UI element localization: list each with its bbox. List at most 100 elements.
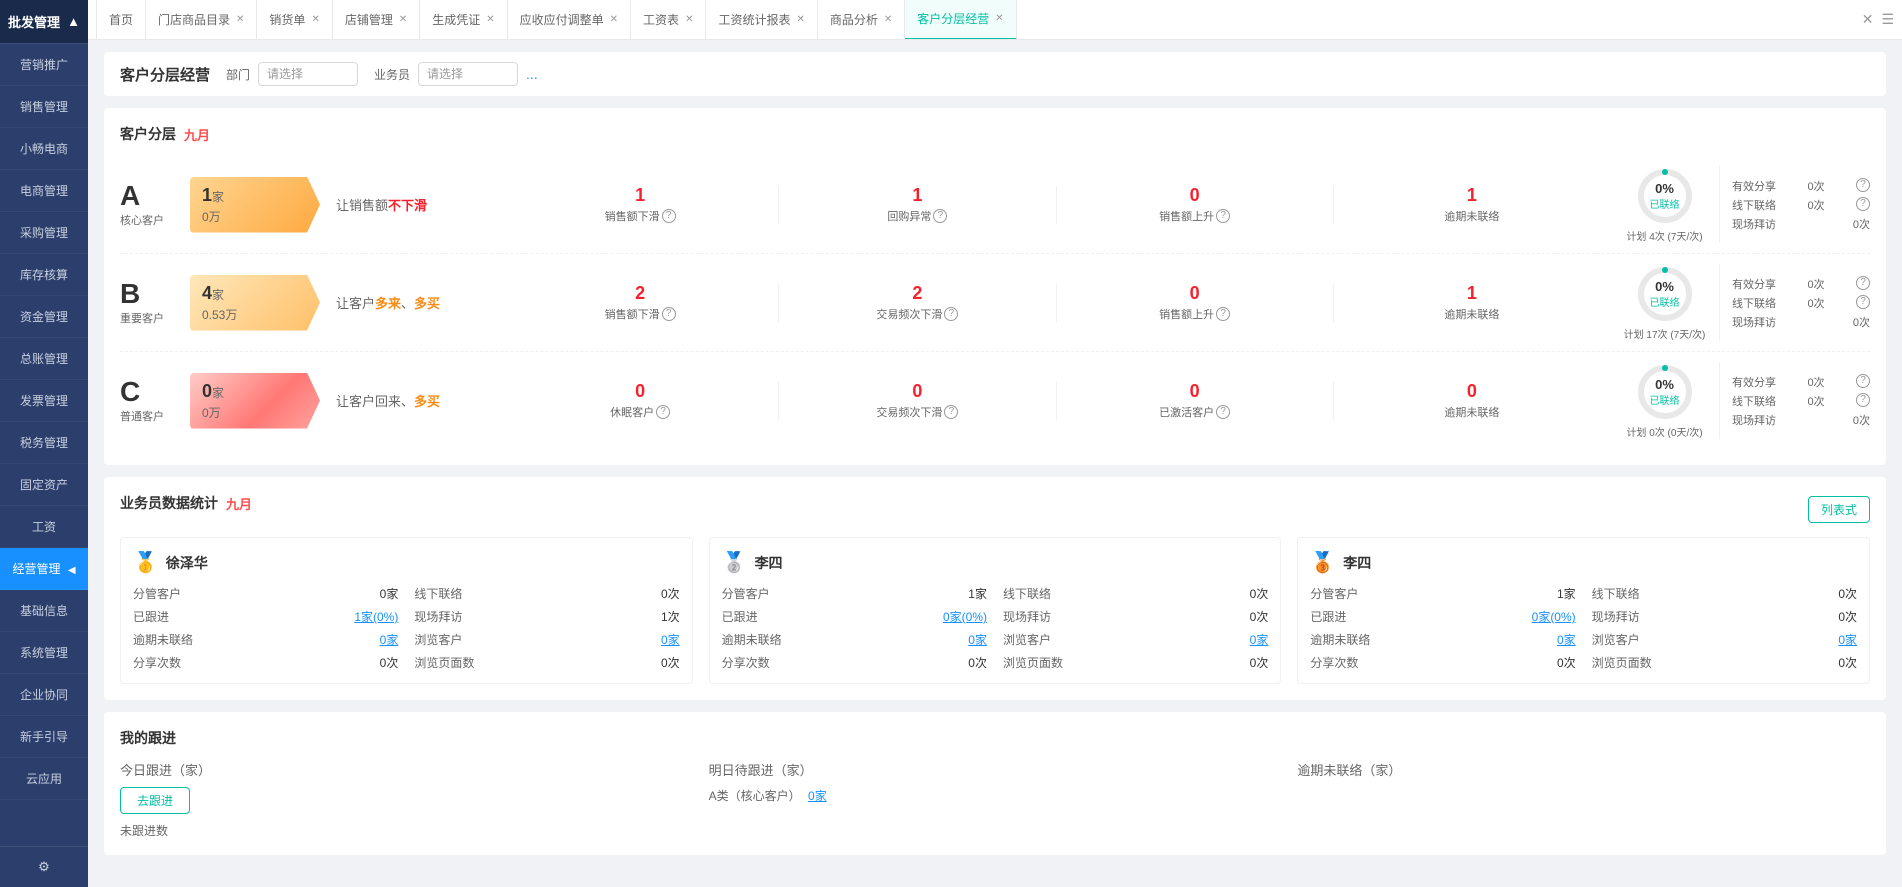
- tier-circle-c: 0% 已联络 计划 0次 (0天/次): [1610, 362, 1720, 439]
- sp-stat-row: 分享次数 0次: [722, 654, 987, 671]
- sidebar-item-shuiwu[interactable]: 税务管理: [0, 422, 88, 464]
- info-icon[interactable]: ?: [1856, 276, 1870, 290]
- followup-content: 今日跟进（家） 去跟进 未跟进数 明日待跟进（家） A类（核心客户） 0家 逾期…: [120, 760, 1870, 839]
- tier-count-a[interactable]: 1家 0万: [190, 177, 320, 233]
- sidebar-title: 批发管理: [8, 12, 60, 31]
- info-icon[interactable]: ?: [1856, 374, 1870, 388]
- sidebar-item-caigou[interactable]: 采购管理: [0, 212, 88, 254]
- sidebar-item-guding[interactable]: 固定资产: [0, 464, 88, 506]
- dept-select[interactable]: 请选择: [258, 62, 358, 86]
- sidebar-item-jingying[interactable]: 经营管理 ◀: [0, 548, 88, 590]
- sidebar-item-yun[interactable]: 云应用: [0, 758, 88, 800]
- biz-section-header: 业务员数据统计 九月 列表式: [120, 493, 1870, 525]
- tier-stat-b-3[interactable]: 1 逾期未联络: [1334, 284, 1610, 322]
- tab-close-gongzibiao[interactable]: ✕: [685, 14, 693, 25]
- tab-yingshou[interactable]: 应收应付调整单 ✕: [508, 0, 631, 40]
- info-icon[interactable]: ?: [1216, 307, 1230, 321]
- sp-stat-row: 分管客户 1家: [1310, 585, 1575, 602]
- tab-gongzibiao[interactable]: 工资表 ✕: [631, 0, 706, 40]
- tab-xiaohuo[interactable]: 销货单 ✕: [257, 0, 332, 40]
- tab-pingzheng[interactable]: 生成凭证 ✕: [420, 0, 507, 40]
- tab-gongzibaobiao[interactable]: 工资统计报表 ✕: [706, 0, 817, 40]
- sidebar-item-dianshanng[interactable]: 电商管理: [0, 170, 88, 212]
- tab-kehufenceng[interactable]: 客户分层经营 ✕: [905, 0, 1016, 40]
- tier-stat-c-0[interactable]: 0 休眠客户 ?: [502, 382, 779, 420]
- tier-count-b[interactable]: 4家 0.53万: [190, 275, 320, 331]
- tier-stat-b-2[interactable]: 0 销售额上升 ?: [1057, 284, 1334, 322]
- tier-label-a: A 核心客户: [120, 182, 190, 228]
- tab-close-mendian[interactable]: ✕: [236, 14, 244, 25]
- sidebar-item-xinshou[interactable]: 新手引导: [0, 716, 88, 758]
- tier-stat-c-3[interactable]: 0 逾期未联络: [1334, 382, 1610, 420]
- tier-stat-b-1[interactable]: 2 交易频次下滑 ?: [779, 284, 1056, 322]
- tier-stat-a-2[interactable]: 0 销售额上升 ?: [1057, 186, 1334, 224]
- sidebar-item-fapiao[interactable]: 发票管理: [0, 380, 88, 422]
- tier-stat-c-1[interactable]: 0 交易频次下滑 ?: [779, 382, 1056, 420]
- info-icon[interactable]: ?: [1856, 197, 1870, 211]
- tab-close-gongzibaobiao[interactable]: ✕: [796, 14, 804, 25]
- tab-close-kehufenceng[interactable]: ✕: [995, 13, 1003, 24]
- info-icon[interactable]: ?: [944, 307, 958, 321]
- sidebar-item-zijin[interactable]: 资金管理: [0, 296, 88, 338]
- sp-stat-row: 已跟进 1家(0%): [133, 608, 398, 625]
- tier-stat-a-0[interactable]: 1 销售额下滑 ?: [502, 186, 779, 224]
- info-icon[interactable]: ?: [933, 209, 947, 223]
- sidebar-item-jichu[interactable]: 基础信息: [0, 590, 88, 632]
- tab-close-yingshou[interactable]: ✕: [610, 14, 618, 25]
- info-icon[interactable]: ?: [1856, 295, 1870, 309]
- tab-close-pingzheng[interactable]: ✕: [486, 14, 494, 25]
- info-icon[interactable]: ?: [1856, 393, 1870, 407]
- goto-followup-button[interactable]: 去跟进: [120, 787, 190, 814]
- tier-stat-a-1[interactable]: 1 回购异常 ?: [779, 186, 1056, 224]
- info-icon[interactable]: ?: [662, 209, 676, 223]
- tier-circle-a: 0% 已联络 计划 4次 (7天/次): [1610, 166, 1720, 243]
- info-icon[interactable]: ?: [656, 405, 670, 419]
- more-filters-icon[interactable]: ...: [526, 66, 538, 82]
- sp-stat-row: 逾期未联络 0家: [133, 631, 398, 648]
- tab-dianpu[interactable]: 店铺管理 ✕: [333, 0, 420, 40]
- salesperson-grid: 🥇 徐泽华 分管客户 0家 线下联络 0次 已跟进: [120, 537, 1870, 684]
- followup-right-num[interactable]: 0家: [808, 789, 827, 803]
- sidebar-item-gongzi[interactable]: 工资: [0, 506, 88, 548]
- tier-suggestion-a: 让销售额不下滑: [336, 195, 486, 214]
- list-view-button[interactable]: 列表式: [1808, 496, 1870, 523]
- sidebar-settings[interactable]: ⚙: [0, 846, 88, 887]
- sidebar-item-yingxiao[interactable]: 营销推广: [0, 44, 88, 86]
- info-icon[interactable]: ?: [1216, 209, 1230, 223]
- info-icon[interactable]: ?: [1856, 178, 1870, 192]
- sp-stat-row: 已跟进 0家(0%): [722, 608, 987, 625]
- followup-overdue-col: 逾期未联络（家）: [1297, 760, 1870, 787]
- sidebar-item-zhangzhang[interactable]: 总账管理: [0, 338, 88, 380]
- tab-action-close[interactable]: ✕: [1862, 11, 1874, 28]
- info-icon[interactable]: ?: [1216, 405, 1230, 419]
- tab-close-xiaohuo[interactable]: ✕: [311, 14, 319, 25]
- sidebar-item-kucun[interactable]: 库存核算: [0, 254, 88, 296]
- salesperson-select[interactable]: 请选择: [418, 62, 518, 86]
- tier-stat-c-2[interactable]: 0 已激活客户 ?: [1057, 382, 1334, 420]
- sidebar-item-xiaoshou[interactable]: 销售管理: [0, 86, 88, 128]
- salesperson-card-0: 🥇 徐泽华 分管客户 0家 线下联络 0次 已跟进: [120, 537, 693, 684]
- sidebar-item-xitong[interactable]: 系统管理: [0, 632, 88, 674]
- followup-section: 我的跟进 今日跟进（家） 去跟进 未跟进数 明日待跟进（家） A类（核心客户） …: [104, 712, 1886, 855]
- sidebar-item-qiye[interactable]: 企业协同: [0, 674, 88, 716]
- tier-stat-a-3[interactable]: 1 逾期未联络: [1334, 186, 1610, 224]
- tier-stat-b-0[interactable]: 2 销售额下滑 ?: [502, 284, 779, 322]
- tier-row-c: C 普通客户 0家 0万 让客户回来、多买 0 休眠客户 ? 0: [120, 352, 1870, 449]
- info-icon[interactable]: ?: [662, 307, 676, 321]
- tier-count-c[interactable]: 0家 0万: [190, 373, 320, 429]
- tab-close-dianpu[interactable]: ✕: [399, 14, 407, 25]
- sp-stat-row: 逾期未联络 0家: [1310, 631, 1575, 648]
- sidebar-header[interactable]: 批发管理 ▲: [0, 0, 88, 44]
- tier-stats-b: 2 销售额下滑 ? 2 交易频次下滑 ? 0 销售额上升 ? 1 逾期未联络: [502, 284, 1610, 322]
- sp-name-0: 徐泽华: [166, 553, 208, 573]
- tab-shangpinfenxi[interactable]: 商品分析 ✕: [818, 0, 905, 40]
- tab-close-shangpinfenxi[interactable]: ✕: [884, 14, 892, 25]
- sp-stat-row: 浏览客户 0家: [1592, 631, 1857, 648]
- tab-home[interactable]: 首页: [96, 0, 146, 40]
- sidebar-item-xiaodian[interactable]: 小畅电商: [0, 128, 88, 170]
- sidebar-toggle-icon[interactable]: ▲: [67, 14, 80, 29]
- info-icon[interactable]: ?: [944, 405, 958, 419]
- tab-action-menu[interactable]: ☰: [1881, 11, 1894, 28]
- tab-mendian[interactable]: 门店商品目录 ✕: [146, 0, 257, 40]
- tier-right-stats-a: 有效分享 0次 ? 线下联络 0次 ? 现场拜访 0次: [1720, 178, 1870, 232]
